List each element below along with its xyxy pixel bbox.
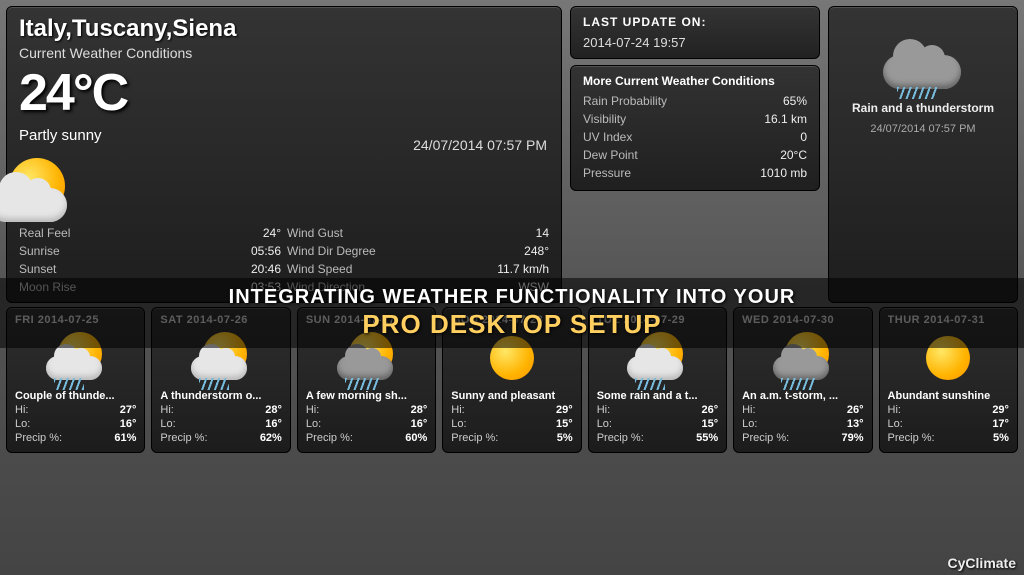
forecast-desc: An a.m. t-storm, ... [742,390,863,402]
detail-row: Visibility16.1 km [583,110,807,128]
rain-icon [773,332,833,386]
forecast-date: THUR 2014-07-31 [888,314,1009,326]
forecast-day[interactable]: SUN 2014-07-27 A few morning sh... Hi:28… [297,307,436,453]
forecast-day[interactable]: FRI 2014-07-25 Couple of thunde... Hi:27… [6,307,145,453]
detail-row: Sunset20:46 [19,260,281,278]
forecast-date: TUE 2014-07-29 [597,314,718,326]
more-heading: More Current Weather Conditions [583,74,807,88]
location: Italy,Tuscany,Siena [19,15,549,43]
forecast-date: SUN 2014-07-27 [306,314,427,326]
forecast-date: WED 2014-07-30 [742,314,863,326]
forecast-date: MON 2014-07-28 [451,314,572,326]
forecast-desc: Abundant sunshine [888,390,1009,402]
forecast-desc: A thunderstorm o... [160,390,281,402]
detail-row: Wind Speed11.7 km/h [287,260,549,278]
storm-icon [46,332,106,386]
forecast-day[interactable]: MON 2014-07-28 Sunny and pleasant Hi:29°… [442,307,581,453]
detail-row: Wind DirectionWSW [287,278,549,296]
detail-row: Rain Probability65% [583,92,807,110]
detail-row: Wind Gust14 [287,224,549,242]
sunny-icon [918,332,978,386]
storm-icon [627,332,687,386]
detail-row: Pressure1010 mb [583,164,807,182]
forecast-date: FRI 2014-07-25 [15,314,136,326]
detail-row: Moon Rise03:53 [19,278,281,296]
forecast-row: FRI 2014-07-25 Couple of thunde... Hi:27… [0,307,1024,459]
current-weather-panel: Italy,Tuscany,Siena Current Weather Cond… [6,6,562,303]
forecast-day[interactable]: THUR 2014-07-31 Abundant sunshine Hi:29°… [879,307,1018,453]
sunny-icon [482,332,542,386]
forecast-date: SAT 2014-07-26 [160,314,281,326]
forecast-desc: Couple of thunde... [15,390,136,402]
detail-row: Wind Dir Degree248° [287,242,549,260]
current-details: Real Feel24°Sunrise05:56Sunset20:46Moon … [19,224,549,296]
forecast-desc: Sunny and pleasant [451,390,572,402]
partly-sunny-icon [0,158,69,228]
update-timestamp: 2014-07-24 19:57 [583,35,807,50]
detail-row: UV Index0 [583,128,807,146]
subtitle: Current Weather Conditions [19,45,549,61]
current-timestamp: 24/07/2014 07:57 PM [413,137,547,153]
last-update-panel: LAST UPDATE ON: 2014-07-24 19:57 [570,6,820,59]
temperature: 24°C [19,63,549,123]
rain-icon [337,332,397,386]
detail-row: Sunrise05:56 [19,242,281,260]
side-timestamp: 24/07/2014 07:57 PM [837,123,1009,135]
storm-icon [191,332,251,386]
forecast-day[interactable]: TUE 2014-07-29 Some rain and a t... Hi:2… [588,307,727,453]
forecast-desc: A few morning sh... [306,390,427,402]
forecast-desc: Some rain and a t... [597,390,718,402]
forecast-day[interactable]: SAT 2014-07-26 A thunderstorm o... Hi:28… [151,307,290,453]
side-condition: Rain and a thunderstorm [837,101,1009,115]
detail-row: Dew Point20°C [583,146,807,164]
forecast-day[interactable]: WED 2014-07-30 An a.m. t-storm, ... Hi:2… [733,307,872,453]
more-conditions-panel: More Current Weather Conditions Rain Pro… [570,65,820,191]
side-weather-panel: Rain and a thunderstorm 24/07/2014 07:57… [828,6,1018,303]
brand-watermark: CyClimate [948,555,1016,571]
update-heading: LAST UPDATE ON: [583,15,807,29]
rain-thunder-icon [883,25,963,95]
